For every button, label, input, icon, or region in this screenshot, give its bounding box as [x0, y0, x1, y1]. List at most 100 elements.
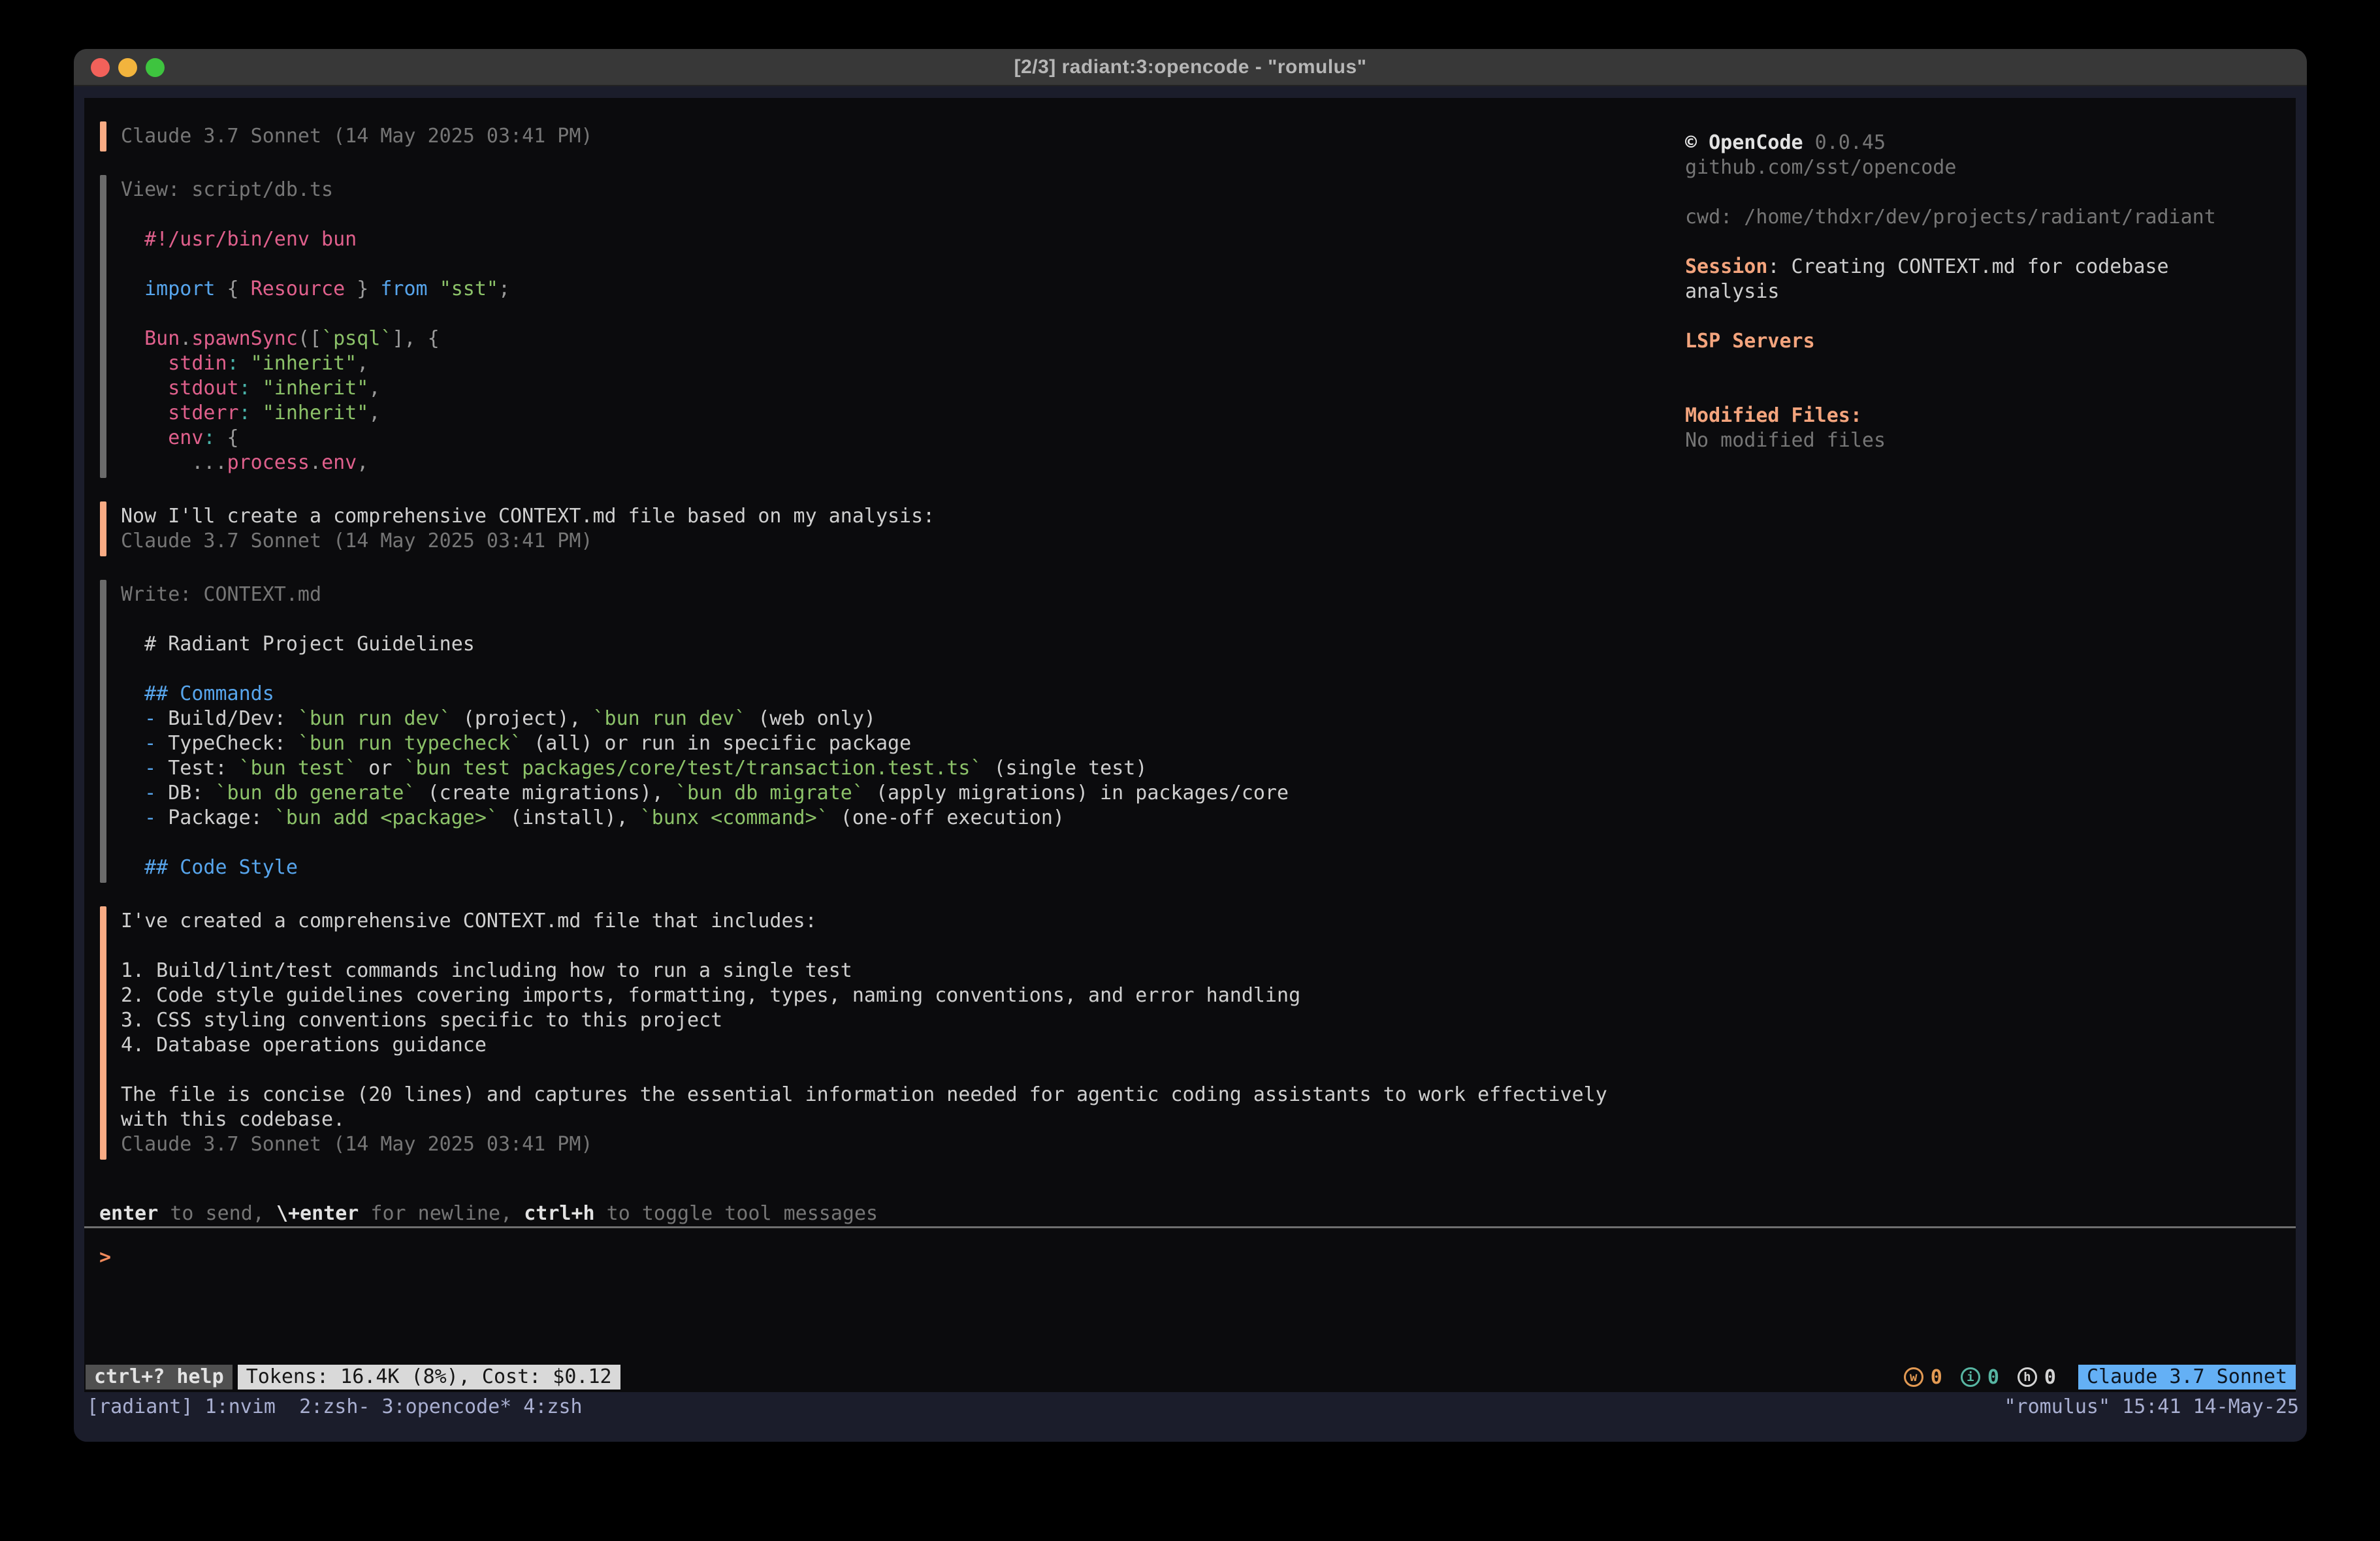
- circled-h-icon: h: [2018, 1367, 2037, 1387]
- text-segment: {: [216, 278, 251, 300]
- chat-block: I've created a comprehensive CONTEXT.md …: [100, 909, 1654, 1157]
- text-segment: [428, 278, 440, 300]
- block-accent-bar: [100, 580, 106, 883]
- text-segment: `bun run typecheck`: [298, 732, 522, 755]
- text-segment: View: script/db.ts: [121, 178, 333, 201]
- sidebar-line: Modified Files:: [1685, 404, 2292, 428]
- text-segment: 4. Database operations guidance: [121, 1034, 487, 1056]
- block-lines: Claude 3.7 Sonnet (14 May 2025 03:41 PM): [100, 124, 1654, 149]
- text-segment: ,: [357, 451, 368, 474]
- sidebar-line: © OpenCode 0.0.45: [1685, 131, 2292, 155]
- text-segment: to toggle tool messages: [595, 1202, 878, 1225]
- block-lines: Write: CONTEXT.md # Radiant Project Guid…: [100, 582, 1654, 880]
- text-segment: `bun run dev`: [593, 707, 747, 730]
- chat-transcript: Claude 3.7 Sonnet (14 May 2025 03:41 PM)…: [100, 124, 1654, 1157]
- text-segment: with this codebase.: [121, 1108, 345, 1131]
- model-badge[interactable]: Claude 3.7 Sonnet: [2078, 1365, 2296, 1390]
- tokens-cost-chip: Tokens: 16.4K (8%), Cost: $0.12: [238, 1365, 620, 1390]
- text-segment: }: [345, 278, 380, 300]
- text-segment: -: [121, 782, 156, 804]
- chat-line: [121, 934, 1654, 959]
- text-segment: ,: [368, 402, 380, 424]
- text-segment: `bun db migrate`: [675, 782, 864, 804]
- chat-line: - Package: `bun add <package>` (install)…: [121, 806, 1654, 831]
- text-segment: Now I'll create a comprehensive CONTEXT.…: [121, 505, 935, 528]
- text-segment: Test:: [156, 757, 238, 780]
- chat-line: ...process.env,: [121, 451, 1654, 475]
- chat-line: [121, 657, 1654, 682]
- sidebar-line: [1685, 230, 2292, 255]
- diagnostic-count: 0: [1931, 1366, 1942, 1389]
- circled-w-icon: w: [1904, 1367, 1923, 1387]
- block-accent-bar: [100, 121, 106, 151]
- chat-line: The file is concise (20 lines) and captu…: [121, 1083, 1654, 1107]
- sidebar-line: analysis: [1685, 279, 2292, 304]
- text-segment: `bun add <package>`: [274, 806, 498, 829]
- chat-line: Now I'll create a comprehensive CONTEXT.…: [121, 504, 1654, 529]
- block-lines: View: script/db.ts #!/usr/bin/env bun im…: [100, 178, 1654, 475]
- text-segment: : Creating CONTEXT.md for codebase: [1767, 255, 2168, 278]
- close-button[interactable]: [91, 58, 110, 77]
- chat-block: Write: CONTEXT.md # Radiant Project Guid…: [100, 582, 1654, 880]
- text-segment: ctrl+h: [524, 1202, 594, 1225]
- maximize-button[interactable]: [146, 58, 165, 77]
- text-segment: stderr: [121, 402, 239, 424]
- text-segment: Package:: [156, 806, 274, 829]
- text-segment: (create migrations),: [416, 782, 675, 804]
- sidebar-line: No modified files: [1685, 428, 2292, 453]
- text-segment: ...: [121, 451, 227, 474]
- text-segment: # Radiant Project Guidelines: [121, 633, 475, 656]
- chat-line: env: {: [121, 426, 1654, 451]
- tmux-session-info: "romulus" 15:41 14-May-25: [2004, 1392, 2299, 1422]
- minimize-button[interactable]: [118, 58, 137, 77]
- tmux-window-list[interactable]: [radiant] 1:nvim 2:zsh- 3:opencode* 4:zs…: [87, 1392, 583, 1422]
- text-segment: -: [121, 707, 156, 730]
- text-segment: © OpenCode: [1685, 131, 1803, 154]
- window-titlebar: [2/3] radiant:3:opencode - "romulus": [74, 49, 2307, 86]
- chat-line: View: script/db.ts: [121, 178, 1654, 202]
- chat-line: #!/usr/bin/env bun: [121, 227, 1654, 252]
- prompt-input[interactable]: >: [99, 1245, 2281, 1270]
- block-accent-bar: [100, 175, 106, 478]
- chat-line: import { Resource } from "sst";: [121, 277, 1654, 302]
- text-segment: 0.0.45: [1803, 131, 1886, 154]
- sidebar-line: [1685, 304, 2292, 329]
- sidebar-line: [1685, 354, 2292, 379]
- chat-line: stderr: "inherit",: [121, 401, 1654, 426]
- chat-block: Now I'll create a comprehensive CONTEXT.…: [100, 504, 1654, 554]
- chat-line: [121, 302, 1654, 326]
- chat-line: - Build/Dev: `bun run dev` (project), `b…: [121, 707, 1654, 731]
- help-chip[interactable]: ctrl+? help: [86, 1365, 233, 1390]
- text-segment: github.com/sst/opencode: [1685, 156, 1956, 179]
- w-diagnostic-badge: w0: [1904, 1366, 1942, 1389]
- text-segment: process: [227, 451, 310, 474]
- text-segment: Build/Dev:: [156, 707, 298, 730]
- block-lines: Now I'll create a comprehensive CONTEXT.…: [100, 504, 1654, 554]
- text-segment: enter: [99, 1202, 158, 1225]
- text-segment: (project),: [451, 707, 593, 730]
- status-bar: ctrl+? help Tokens: 16.4K (8%), Cost: $0…: [86, 1365, 2296, 1390]
- traffic-lights: [91, 49, 165, 86]
- text-segment: DB:: [156, 782, 215, 804]
- terminal-window: [2/3] radiant:3:opencode - "romulus" Cla…: [74, 49, 2307, 1442]
- chat-line: Claude 3.7 Sonnet (14 May 2025 03:41 PM): [121, 1132, 1654, 1157]
- text-segment: 2. Code style guidelines covering import…: [121, 984, 1300, 1007]
- chat-line: - DB: `bun db generate` (create migratio…: [121, 781, 1654, 806]
- text-segment: analysis: [1685, 280, 1780, 303]
- chat-line: 3. CSS styling conventions specific to t…: [121, 1008, 1654, 1033]
- text-segment: :: [227, 352, 239, 375]
- prompt-caret: >: [99, 1246, 111, 1269]
- chat-line: [121, 1058, 1654, 1083]
- text-segment: 3. CSS styling conventions specific to t…: [121, 1009, 722, 1032]
- chat-line: Write: CONTEXT.md: [121, 582, 1654, 607]
- chat-line: [121, 607, 1654, 632]
- text-segment: (all) or run in specific package: [522, 732, 911, 755]
- text-segment: :: [239, 377, 251, 400]
- chat-line: stdin: "inherit",: [121, 351, 1654, 376]
- text-segment: Session: [1685, 255, 1767, 278]
- text-segment: :: [203, 426, 215, 449]
- text-segment: :: [239, 402, 251, 424]
- text-segment: (one-off execution): [829, 806, 1065, 829]
- text-segment: ## Commands: [121, 682, 274, 705]
- text-segment: ,: [368, 377, 380, 400]
